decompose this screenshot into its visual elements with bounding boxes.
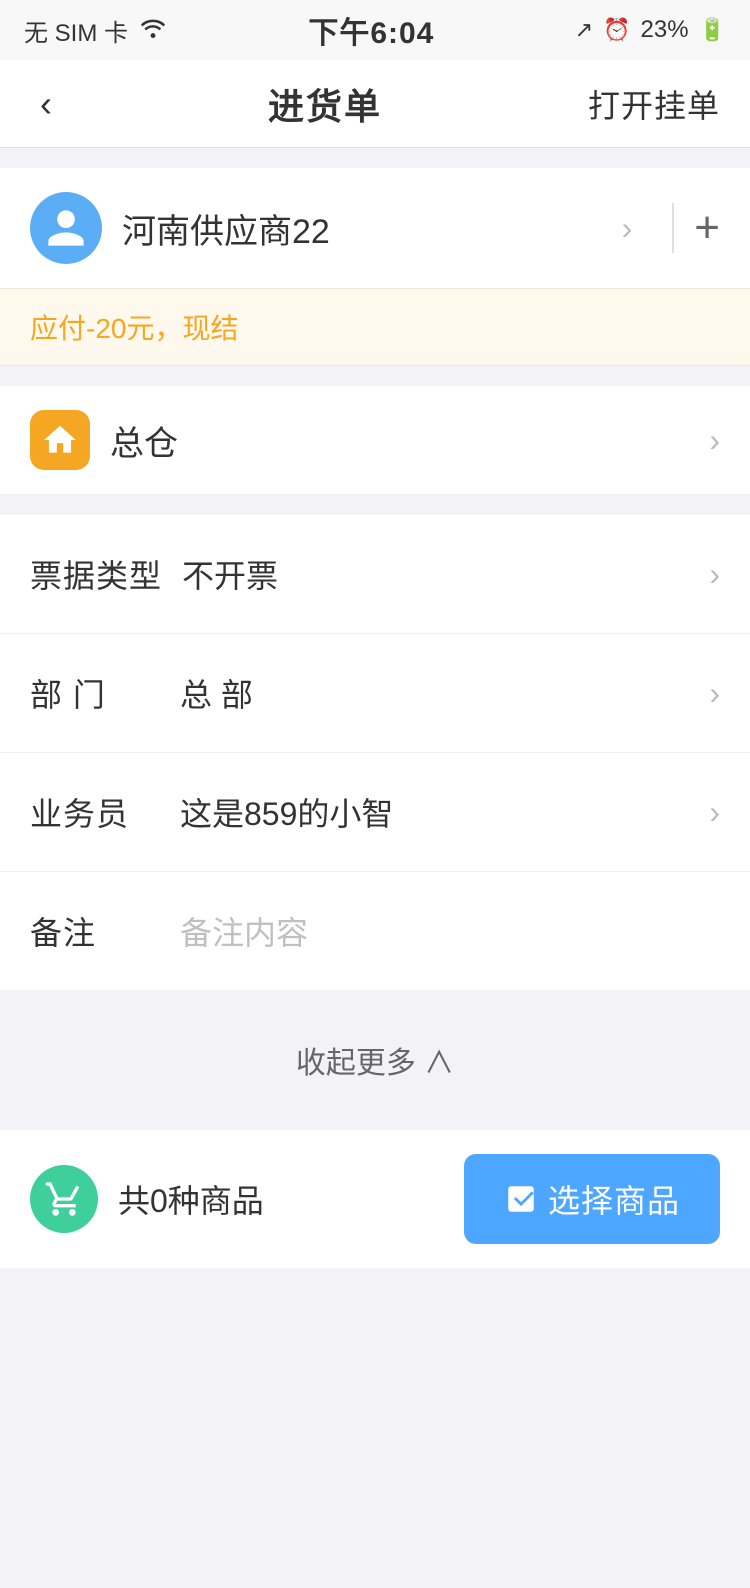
battery-icon: 🔋	[699, 17, 726, 43]
supplier-name: 河南供应商22	[122, 204, 622, 253]
carrier-label: 无 SIM 卡	[24, 13, 128, 48]
alarm-icon: ⏰	[603, 17, 630, 43]
note-input[interactable]: 备注内容	[160, 908, 720, 954]
page-title: 进货单	[268, 78, 382, 130]
supplier-arrow-icon: ›	[622, 210, 633, 247]
section-divider-2	[0, 366, 750, 386]
supplier-row[interactable]: 河南供应商22 › +	[0, 168, 750, 288]
status-left: 无 SIM 卡	[24, 13, 168, 48]
nav-bar: ‹ 进货单 打开挂单	[0, 60, 750, 148]
location-icon: ↗	[575, 17, 593, 43]
note-label: 备注	[30, 908, 160, 954]
supplier-divider	[672, 203, 674, 253]
invoice-arrow-icon: ›	[709, 556, 720, 593]
collapse-button[interactable]: 收起更多 ∧	[0, 1010, 750, 1110]
wifi-icon	[138, 16, 168, 45]
status-right: ↗ ⏰ 23% 🔋	[575, 16, 726, 44]
form-section: 票据类型 不开票 › 部 门 总 部 › 业务员 这是859的小智 › 备注 备…	[0, 515, 750, 990]
warehouse-row[interactable]: 总仓 ›	[0, 386, 750, 495]
open-pending-button[interactable]: 打开挂单	[588, 81, 720, 127]
form-row-department[interactable]: 部 门 总 部 ›	[0, 634, 750, 753]
status-bar: 无 SIM 卡 下午6:04 ↗ ⏰ 23% 🔋	[0, 0, 750, 60]
product-bar: 共0种商品 选择商品	[0, 1130, 750, 1268]
supplier-block: 河南供应商22 › + 应付-20元，现结	[0, 168, 750, 366]
back-button[interactable]: ‹	[30, 73, 62, 135]
salesman-value: 这是859的小智	[160, 789, 709, 835]
invoice-value: 不开票	[162, 551, 709, 597]
form-row-invoice[interactable]: 票据类型 不开票 ›	[0, 515, 750, 634]
department-label: 部 门	[30, 670, 160, 716]
select-product-label: 选择商品	[548, 1176, 680, 1222]
section-divider-1	[0, 148, 750, 168]
invoice-label: 票据类型	[30, 551, 162, 597]
warehouse-arrow-icon: ›	[709, 422, 720, 459]
warehouse-icon-wrap	[30, 410, 90, 470]
battery-label: 23%	[641, 16, 689, 44]
product-count-label: 共0种商品	[118, 1176, 464, 1222]
notice-banner: 应付-20元，现结	[0, 288, 750, 366]
product-icon-wrap	[30, 1165, 98, 1233]
form-row-salesman[interactable]: 业务员 这是859的小智 ›	[0, 753, 750, 872]
add-supplier-button[interactable]: +	[694, 206, 720, 250]
department-arrow-icon: ›	[709, 675, 720, 712]
salesman-label: 业务员	[30, 789, 160, 835]
warehouse-name: 总仓	[110, 416, 709, 465]
department-value: 总 部	[160, 670, 709, 716]
warehouse-block: 总仓 ›	[0, 386, 750, 495]
status-time: 下午6:04	[308, 8, 434, 52]
bottom-gray-area	[0, 1268, 750, 1588]
supplier-avatar	[30, 192, 102, 264]
form-row-note[interactable]: 备注 备注内容	[0, 872, 750, 990]
select-product-button[interactable]: 选择商品	[464, 1154, 720, 1244]
salesman-arrow-icon: ›	[709, 794, 720, 831]
